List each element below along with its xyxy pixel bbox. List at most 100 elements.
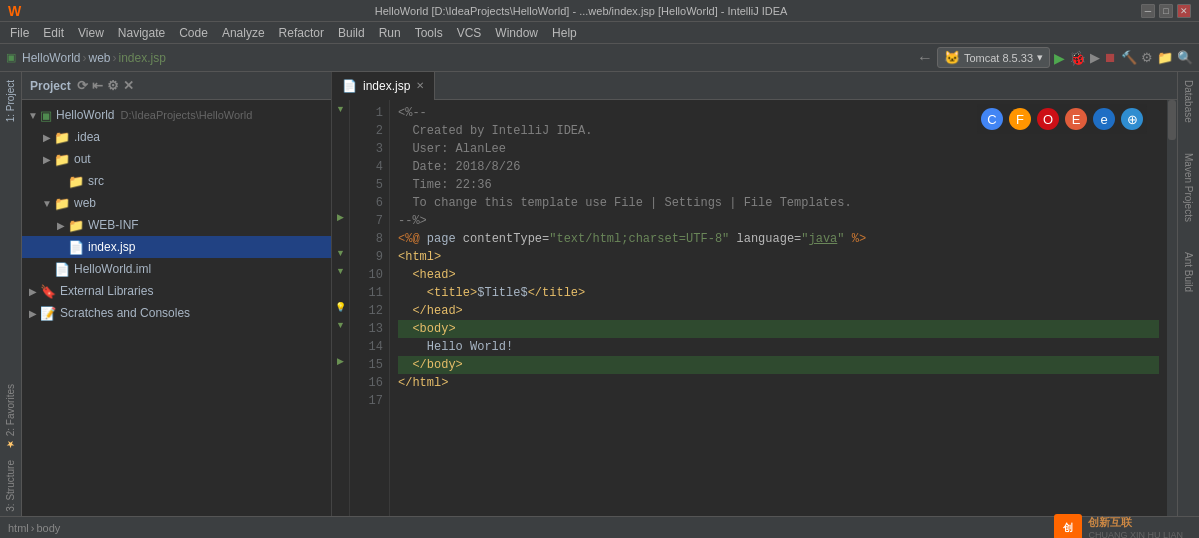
- breadcrumb-folder[interactable]: web: [88, 51, 110, 65]
- app-logo-icon: W: [8, 3, 21, 19]
- status-bar: html › body 创 创新互联 CHUANG XIN HU LIAN: [0, 516, 1199, 538]
- code-line-5: Time: 22:36: [398, 176, 1159, 194]
- menu-file[interactable]: File: [4, 24, 35, 42]
- menu-refactor[interactable]: Refactor: [273, 24, 330, 42]
- stop-button[interactable]: ⏹: [1104, 50, 1117, 65]
- tree-label-out: out: [74, 152, 91, 166]
- module-icon: ▣: [40, 108, 52, 123]
- tomcat-config-button[interactable]: 🐱 Tomcat 8.5.33 ▾: [937, 47, 1050, 68]
- nav-right: ← 🐱 Tomcat 8.5.33 ▾ ▶ 🐞 ▶ ⏹ 🔨 ⚙ 📁 🔍: [917, 47, 1193, 68]
- menu-code[interactable]: Code: [173, 24, 214, 42]
- tree-item-idea[interactable]: ▶ 📁 .idea: [22, 126, 331, 148]
- chrome-icon[interactable]: C: [981, 108, 1003, 130]
- tab-close-icon[interactable]: ✕: [416, 80, 424, 91]
- build-button[interactable]: 🔨: [1121, 50, 1137, 65]
- menu-edit[interactable]: Edit: [37, 24, 70, 42]
- breadcrumb: ▣ HelloWorld › web › index.jsp: [6, 51, 166, 65]
- window-title: HelloWorld [D:\IdeaProjects\HelloWorld] …: [21, 5, 1141, 17]
- tree-item-helloworld-iml[interactable]: 📄 HelloWorld.iml: [22, 258, 331, 280]
- tree-item-webinf[interactable]: ▶ 📁 WEB-INF: [22, 214, 331, 236]
- tree-item-external-libs[interactable]: ▶ 🔖 External Libraries: [22, 280, 331, 302]
- folder-button[interactable]: 📁: [1157, 50, 1173, 65]
- ant-tool-button[interactable]: Ant Build: [1181, 248, 1196, 296]
- opera-icon[interactable]: O: [1037, 108, 1059, 130]
- code-editor[interactable]: ▼ ▶ ▼ ▼ 💡 ▼ ▶ 1 2: [332, 100, 1177, 516]
- settings-button[interactable]: ⚙: [1141, 50, 1153, 65]
- editor-scrollbar-thumb[interactable]: [1168, 100, 1176, 140]
- chuangxin-logo: 创 创新互联 CHUANG XIN HU LIAN: [1054, 514, 1183, 539]
- debug-button[interactable]: 🐞: [1069, 50, 1086, 66]
- firefox-icon[interactable]: F: [1009, 108, 1031, 130]
- tree-item-out[interactable]: ▶ 📁 out: [22, 148, 331, 170]
- editor-scrollbar[interactable]: [1167, 100, 1177, 516]
- fold-icon-10[interactable]: ▼: [336, 266, 345, 276]
- project-panel-header: Project ⟳ ⇤ ⚙ ✕: [22, 72, 331, 100]
- tree-label-indexjsp: index.jsp: [88, 240, 135, 254]
- tree-label-web: web: [74, 196, 96, 210]
- tree-item-src[interactable]: 📁 src: [22, 170, 331, 192]
- database-tool-button[interactable]: Database: [1181, 76, 1196, 127]
- menu-tools[interactable]: Tools: [409, 24, 449, 42]
- jsp-file-icon: 📄: [68, 240, 84, 255]
- run-button[interactable]: ▶: [1054, 50, 1065, 66]
- favorites-tool-button[interactable]: ★ 2: Favorites: [3, 380, 18, 454]
- edge-icon[interactable]: E: [1065, 108, 1087, 130]
- project-tree: ▼ ▣ HelloWorld D:\IdeaProjects\HelloWorl…: [22, 100, 331, 516]
- tree-item-web[interactable]: ▼ 📁 web: [22, 192, 331, 214]
- code-line-3: User: AlanLee: [398, 140, 1159, 158]
- menu-build[interactable]: Build: [332, 24, 371, 42]
- back-button[interactable]: ←: [917, 49, 933, 67]
- project-panel-title: Project: [30, 79, 71, 93]
- menu-vcs[interactable]: VCS: [451, 24, 488, 42]
- menu-view[interactable]: View: [72, 24, 110, 42]
- menu-navigate[interactable]: Navigate: [112, 24, 171, 42]
- panel-header-icons: ⟳ ⇤ ⚙ ✕: [77, 78, 134, 93]
- close-button[interactable]: ✕: [1177, 4, 1191, 18]
- fold-icon-15[interactable]: ▶: [337, 356, 344, 366]
- editor-tab-indexjsp[interactable]: 📄 index.jsp ✕: [332, 72, 435, 100]
- edge2-icon[interactable]: ⊕: [1121, 108, 1143, 130]
- ie-icon[interactable]: e: [1093, 108, 1115, 130]
- menu-bar: File Edit View Navigate Code Analyze Ref…: [0, 22, 1199, 44]
- scratch-icon: 📝: [40, 306, 56, 321]
- tab-label: index.jsp: [363, 79, 410, 93]
- tree-item-helloworld[interactable]: ▼ ▣ HelloWorld D:\IdeaProjects\HelloWorl…: [22, 104, 331, 126]
- search-button[interactable]: 🔍: [1177, 50, 1193, 65]
- maximize-button[interactable]: □: [1159, 4, 1173, 18]
- fold-icon-9[interactable]: ▼: [336, 248, 345, 258]
- fold-icon-12[interactable]: 💡: [335, 302, 346, 312]
- fold-icon-7[interactable]: ▶: [337, 212, 344, 222]
- minimize-button[interactable]: ─: [1141, 4, 1155, 18]
- status-breadcrumb-html[interactable]: html: [8, 522, 29, 534]
- logo-box-icon: 创: [1054, 514, 1082, 539]
- status-breadcrumb-body[interactable]: body: [36, 522, 60, 534]
- window-controls[interactable]: ─ □ ✕: [1141, 4, 1191, 18]
- project-panel: Project ⟳ ⇤ ⚙ ✕ ▼ ▣ HelloWorld D:\IdeaPr…: [22, 72, 332, 516]
- menu-help[interactable]: Help: [546, 24, 583, 42]
- sync-icon[interactable]: ⟳: [77, 78, 88, 93]
- tree-item-indexjsp[interactable]: 📄 index.jsp: [22, 236, 331, 258]
- structure-tool-button[interactable]: 3: Structure: [3, 456, 18, 516]
- code-line-11: <title>$Title$</title>: [398, 284, 1159, 302]
- fold-icon-1[interactable]: ▼: [336, 104, 345, 114]
- menu-window[interactable]: Window: [489, 24, 544, 42]
- tomcat-label: Tomcat 8.5.33: [964, 52, 1033, 64]
- breadcrumb-project[interactable]: HelloWorld: [22, 51, 80, 65]
- settings-panel-icon[interactable]: ⚙: [107, 78, 119, 93]
- code-content[interactable]: <%-- Created by IntelliJ IDEA. User: Ala…: [390, 100, 1167, 516]
- project-icon: ▣: [6, 51, 16, 64]
- tree-label-webinf: WEB-INF: [88, 218, 139, 232]
- menu-run[interactable]: Run: [373, 24, 407, 42]
- maven-tool-button[interactable]: Maven Projects: [1181, 149, 1196, 226]
- project-tool-button[interactable]: 1: Project: [3, 76, 18, 126]
- collapse-all-icon[interactable]: ⇤: [92, 78, 103, 93]
- tree-item-scratches[interactable]: ▶ 📝 Scratches and Consoles: [22, 302, 331, 324]
- close-panel-icon[interactable]: ✕: [123, 78, 134, 93]
- code-line-15: </body>: [398, 356, 1159, 374]
- menu-analyze[interactable]: Analyze: [216, 24, 271, 42]
- coverage-button[interactable]: ▶: [1090, 50, 1100, 65]
- fold-icon-13[interactable]: ▼: [336, 320, 345, 330]
- breadcrumb-file[interactable]: index.jsp: [118, 51, 165, 65]
- iml-file-icon: 📄: [54, 262, 70, 277]
- code-line-8: <%@ page contentType="text/html;charset=…: [398, 230, 1159, 248]
